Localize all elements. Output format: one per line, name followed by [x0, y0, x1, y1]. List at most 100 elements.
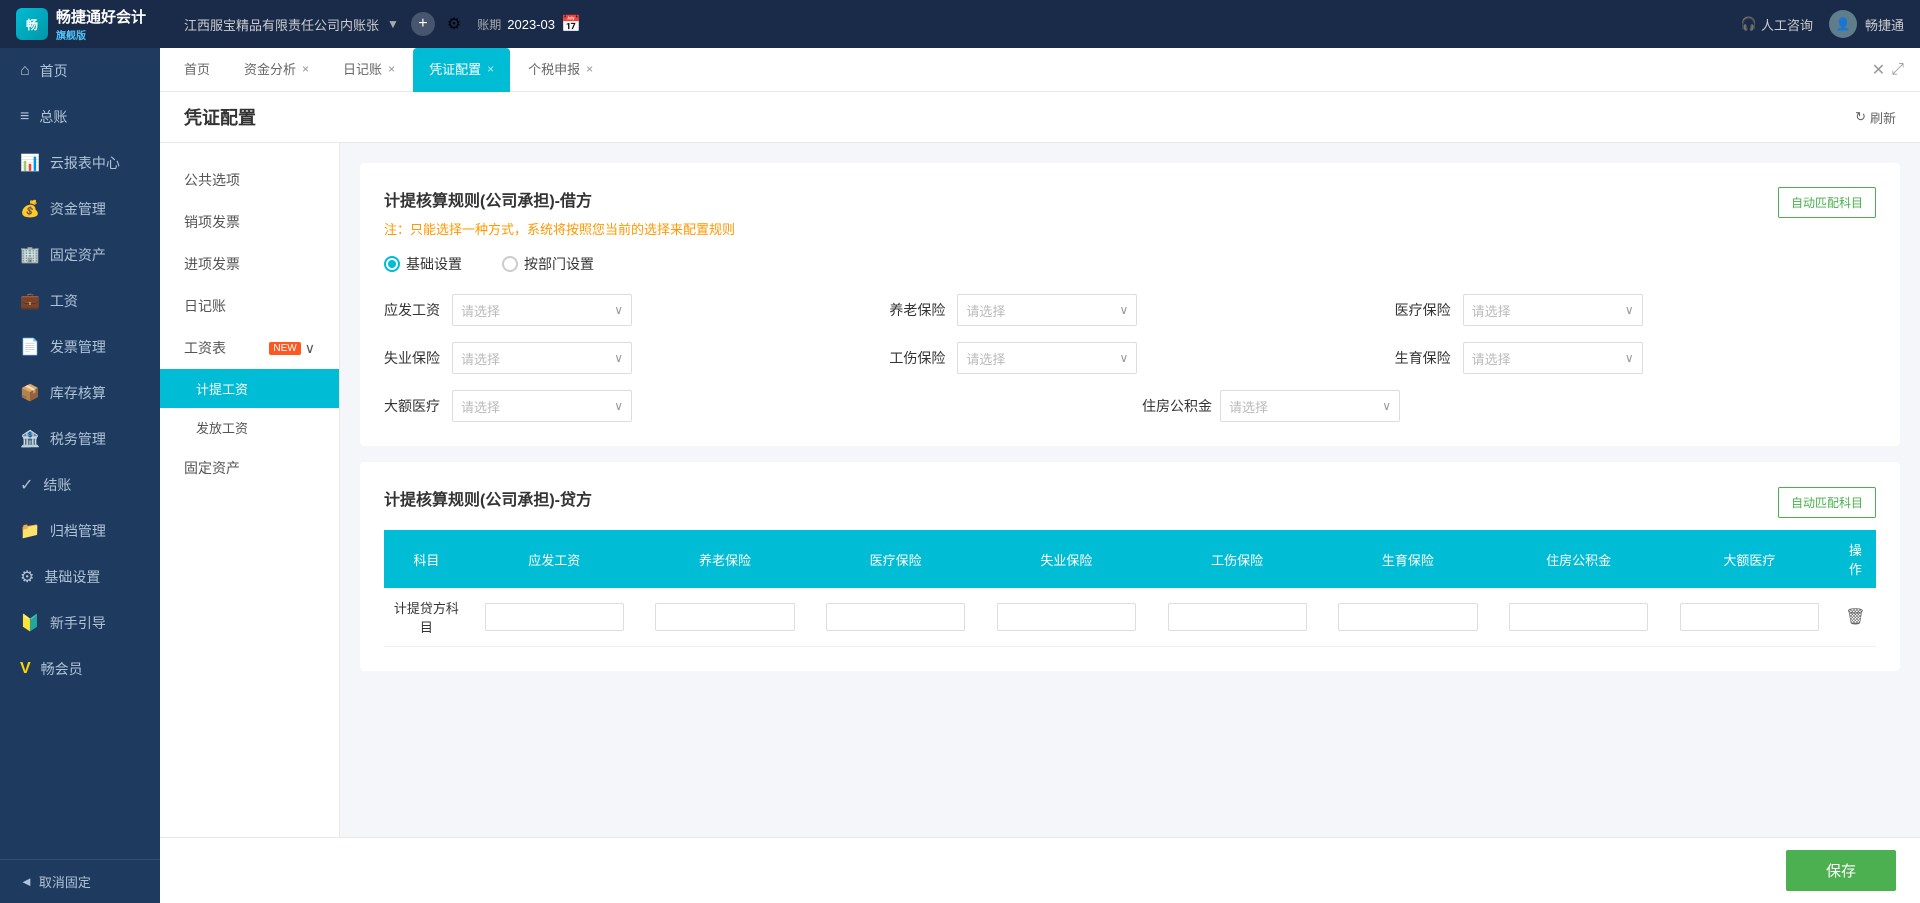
- sidebar-item-funds[interactable]: 💰 资金管理: [0, 186, 160, 232]
- tab-home[interactable]: 首页: [168, 48, 226, 92]
- user-area[interactable]: 👤 畅捷通: [1829, 10, 1904, 38]
- placeholder-medical: 请选择: [1472, 301, 1511, 320]
- input-gross[interactable]: [485, 603, 624, 631]
- select-gross-salary[interactable]: 请选择 ∨: [452, 294, 632, 326]
- nav-purchase-invoice[interactable]: 进项发票: [160, 243, 339, 285]
- refresh-button[interactable]: ↻ 刷新: [1855, 108, 1896, 127]
- close-icon[interactable]: ×: [388, 62, 395, 76]
- close-icon[interactable]: ×: [302, 62, 309, 76]
- col-pension: 养老保险: [640, 530, 811, 588]
- chevron-down-icon: ∨: [1625, 351, 1634, 365]
- app-sub: 旗舰版: [56, 27, 146, 42]
- company-selector[interactable]: 江西服宝精品有限责任公司内账张 ▼: [184, 15, 399, 34]
- select-large-medical[interactable]: 请选择 ∨: [452, 390, 632, 422]
- vip-icon: V: [20, 660, 31, 678]
- close-icon[interactable]: ×: [586, 62, 593, 76]
- cell-maternity: [1323, 588, 1494, 647]
- sidebar-item-invoice[interactable]: 📄 发票管理: [0, 324, 160, 370]
- chevron-down-icon: ∨: [1625, 303, 1634, 317]
- select-injury[interactable]: 请选择 ∨: [957, 342, 1137, 374]
- close-icon[interactable]: ×: [487, 62, 494, 76]
- radio-basic-setting[interactable]: 基础设置: [384, 254, 462, 274]
- select-unemployment[interactable]: 请选择 ∨: [452, 342, 632, 374]
- input-unemployment[interactable]: [997, 603, 1136, 631]
- auto-match-credit-button[interactable]: 自动匹配科目: [1778, 487, 1876, 518]
- calendar-icon[interactable]: 📅: [561, 14, 581, 34]
- assets-icon: 🏢: [20, 245, 40, 265]
- input-pension[interactable]: [655, 603, 794, 631]
- guide-icon: 🔰: [20, 613, 40, 633]
- sidebar-item-home[interactable]: ⌂ 首页: [0, 48, 160, 94]
- top-bar-actions: 🎧 人工咨询 👤 畅捷通: [1741, 10, 1904, 38]
- field-large-medical: 大额医疗 请选择 ∨: [384, 390, 1118, 422]
- page-header: 凭证配置 ↻ 刷新: [160, 92, 1920, 143]
- app-name: 畅捷通好会计: [56, 6, 146, 27]
- chevron-down-icon: ∨: [1382, 399, 1391, 413]
- select-medical[interactable]: 请选择 ∨: [1463, 294, 1643, 326]
- placeholder-maternity: 请选择: [1472, 349, 1511, 368]
- sidebar-item-guide[interactable]: 🔰 新手引导: [0, 600, 160, 646]
- sidebar-item-settings[interactable]: ⚙ 基础设置: [0, 554, 160, 600]
- select-housing-fund[interactable]: 请选择 ∨: [1220, 390, 1400, 422]
- radio-dept-setting[interactable]: 按部门设置: [502, 254, 594, 274]
- delete-row-icon[interactable]: 🗑: [1845, 609, 1865, 626]
- sidebar-item-close[interactable]: ✓ 结账: [0, 462, 160, 508]
- add-button[interactable]: +: [411, 12, 435, 36]
- auto-match-debit-button[interactable]: 自动匹配科目: [1778, 187, 1876, 218]
- window-close-icon[interactable]: ✕: [1872, 60, 1885, 80]
- save-button[interactable]: 保存: [1786, 850, 1896, 891]
- input-large-medical[interactable]: [1680, 603, 1819, 631]
- tab-voucher-config[interactable]: 凭证配置 ×: [413, 48, 510, 92]
- input-medical[interactable]: [826, 603, 965, 631]
- tab-fund-analysis[interactable]: 资金分析 ×: [228, 48, 325, 92]
- bottom-bar: 保存: [160, 837, 1920, 903]
- chevron-down-icon: ∨: [1120, 303, 1129, 317]
- cancel-fixed-button[interactable]: ◄ 取消固定: [0, 859, 160, 903]
- radio-dept-circle: [502, 256, 518, 272]
- nav-payroll-table[interactable]: 工资表 NEW ∨: [160, 327, 339, 369]
- headset-icon: 🎧: [1741, 16, 1757, 32]
- tab-tax-filing[interactable]: 个税申报 ×: [512, 48, 609, 92]
- col-maternity: 生育保险: [1323, 530, 1494, 588]
- window-maximize-icon[interactable]: ⤢: [1891, 61, 1904, 79]
- credit-section-header: 计提核算规则(公司承担)-贷方 自动匹配科目: [384, 486, 1876, 518]
- sidebar-item-vip[interactable]: V 畅会员: [0, 646, 160, 692]
- field-unemployment: 失业保险 请选择 ∨: [384, 342, 865, 374]
- sidebar-item-assets[interactable]: 🏢 固定资产: [0, 232, 160, 278]
- consulting-button[interactable]: 🎧 人工咨询: [1741, 15, 1813, 34]
- cancel-fixed-icon: ◄: [20, 874, 33, 889]
- logo-text-area: 畅捷通好会计 旗舰版: [56, 6, 146, 42]
- nav-accrue-salary[interactable]: 计提工资: [160, 369, 339, 408]
- content-area: 首页 资金分析 × 日记账 × 凭证配置 × 个税申报 × ✕ ⤢: [160, 48, 1920, 903]
- cell-large-medical: [1664, 588, 1835, 647]
- main-layout: ⌂ 首页 ≡ 总账 📊 云报表中心 💰 资金管理 🏢 固定资产 💼 工资 📄 发…: [0, 48, 1920, 903]
- nav-sales-invoice[interactable]: 销项发票: [160, 201, 339, 243]
- input-housing[interactable]: [1509, 603, 1648, 631]
- ledger-icon: ≡: [20, 108, 29, 126]
- placeholder-unemployment: 请选择: [461, 349, 500, 368]
- avatar: 👤: [1829, 10, 1857, 38]
- sidebar-label-settings: 基础设置: [44, 567, 100, 587]
- chevron-down-icon: ∨: [305, 340, 315, 357]
- nav-journal[interactable]: 日记账: [160, 285, 339, 327]
- radio-dept-label: 按部门设置: [524, 254, 594, 274]
- input-maternity[interactable]: [1338, 603, 1477, 631]
- col-large-medical: 大额医疗: [1664, 530, 1835, 588]
- tab-journal[interactable]: 日记账 ×: [327, 48, 411, 92]
- sidebar-item-inventory[interactable]: 📦 库存核算: [0, 370, 160, 416]
- field-injury: 工伤保险 请选择 ∨: [889, 342, 1370, 374]
- input-injury[interactable]: [1168, 603, 1307, 631]
- select-maternity[interactable]: 请选择 ∨: [1463, 342, 1643, 374]
- nav-pay-salary[interactable]: 发放工资: [160, 408, 339, 447]
- sidebar-item-tax[interactable]: 🏦 税务管理: [0, 416, 160, 462]
- sidebar-item-reports[interactable]: 📊 云报表中心: [0, 140, 160, 186]
- settings-icon[interactable]: ⚙: [447, 14, 461, 34]
- sidebar-label-inventory: 库存核算: [50, 383, 106, 403]
- sidebar-label-reports: 云报表中心: [50, 153, 120, 173]
- nav-public-options[interactable]: 公共选项: [160, 159, 339, 201]
- sidebar-item-salary[interactable]: 💼 工资: [0, 278, 160, 324]
- nav-fixed-assets[interactable]: 固定资产: [160, 447, 339, 489]
- sidebar-item-ledger[interactable]: ≡ 总账: [0, 94, 160, 140]
- sidebar-item-archive[interactable]: 📁 归档管理: [0, 508, 160, 554]
- select-pension[interactable]: 请选择 ∨: [957, 294, 1137, 326]
